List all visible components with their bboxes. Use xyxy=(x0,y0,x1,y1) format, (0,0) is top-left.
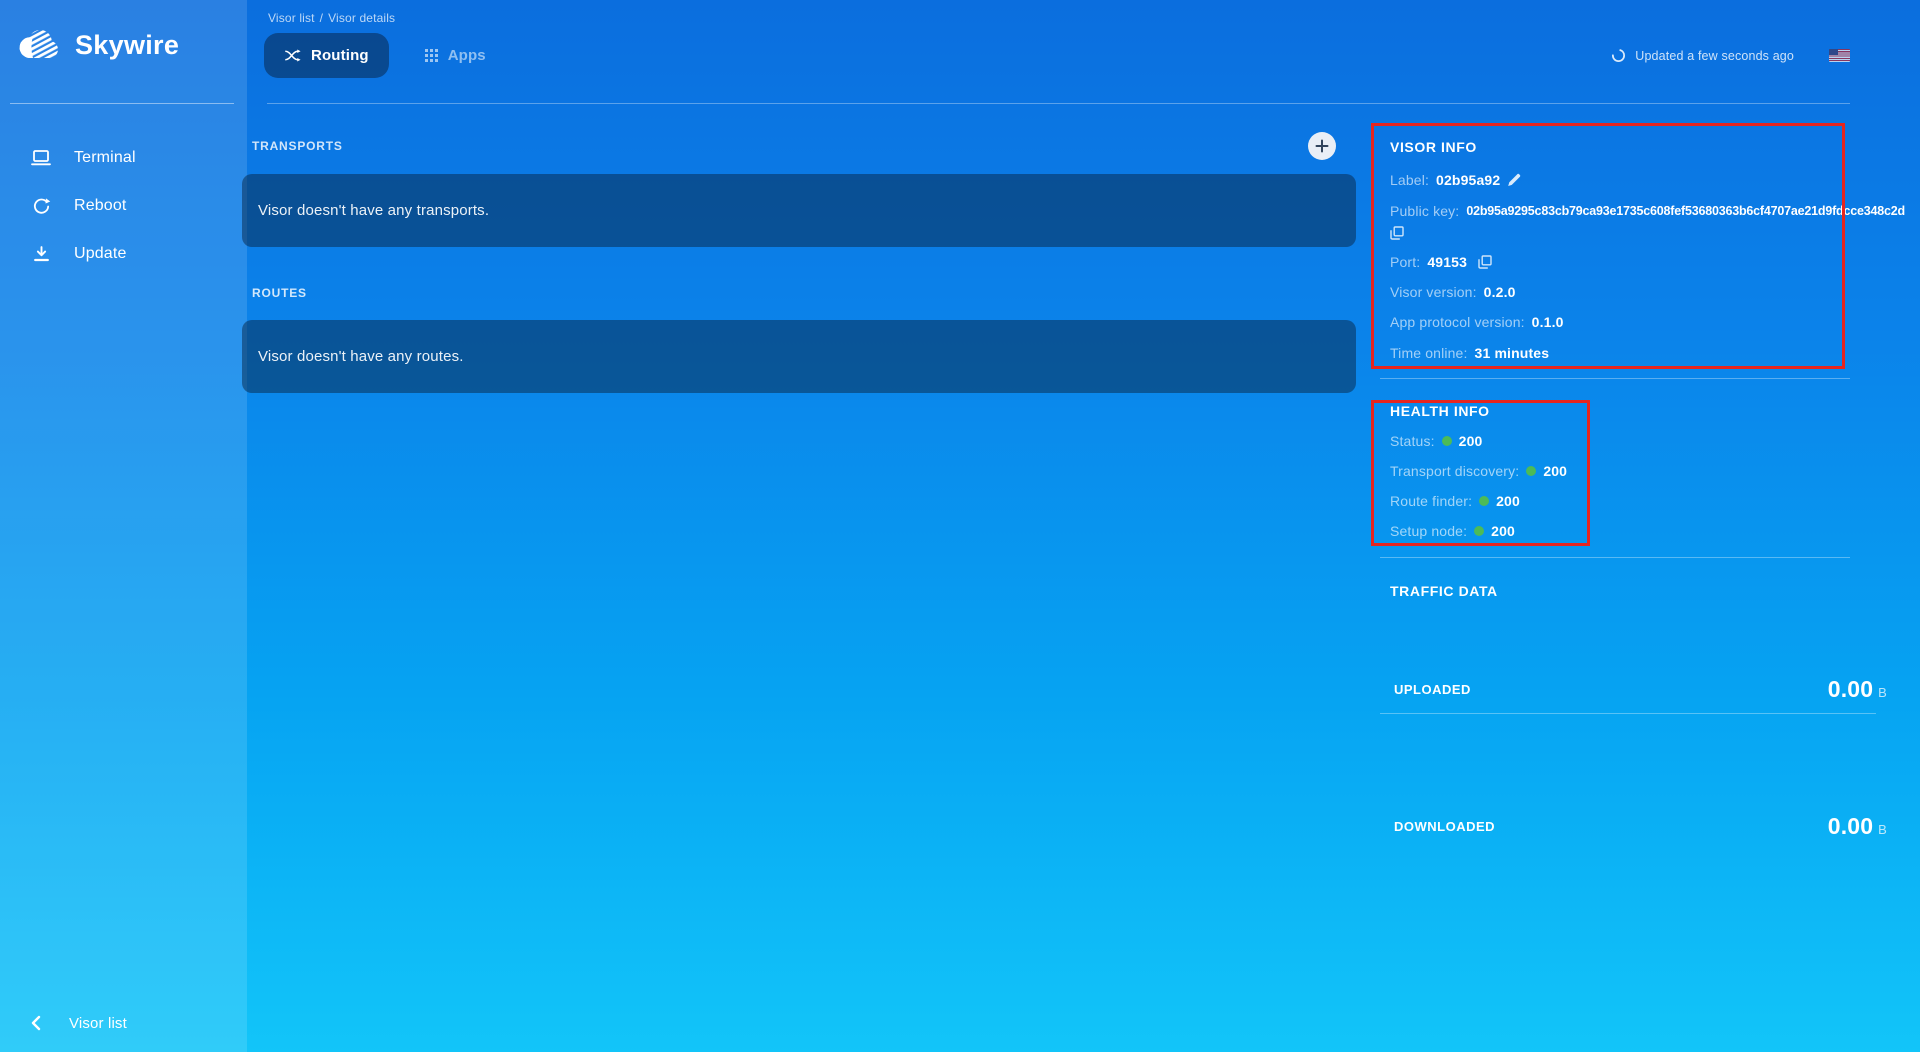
visor-details-panel: VISOR INFO Label: 02b95a92 Public key: 0… xyxy=(1380,0,1905,1052)
routes-empty-text: Visor doesn't have any routes. xyxy=(258,348,464,365)
visor-info-row-time-online: Time online: 31 minutes xyxy=(1390,345,1550,361)
health-row-transport-discovery: Transport discovery: 200 xyxy=(1390,463,1568,479)
brand: Skywire xyxy=(17,27,179,63)
tab-routing[interactable]: Routing xyxy=(264,33,389,78)
shuffle-icon xyxy=(284,49,301,62)
visor-info-row-app-protocol: App protocol version: 0.1.0 xyxy=(1390,314,1564,330)
add-transport-button[interactable] xyxy=(1308,132,1336,160)
health-row-setup-node: Setup node: 200 xyxy=(1390,523,1515,539)
visor-info-row-label: Label: 02b95a92 xyxy=(1390,170,1521,190)
skywire-cloud-icon xyxy=(17,27,63,63)
brand-name: Skywire xyxy=(75,29,180,60)
health-row-status: Status: 200 xyxy=(1390,433,1483,449)
section-divider xyxy=(1380,557,1850,558)
breadcrumb-visor-list[interactable]: Visor list xyxy=(268,11,315,25)
status-ok-dot xyxy=(1526,466,1537,476)
visor-info-title: VISOR INFO xyxy=(1390,139,1477,155)
laptop-icon xyxy=(30,149,52,167)
status-ok-dot xyxy=(1474,526,1485,536)
downloaded-unit: B xyxy=(1878,822,1887,837)
tab-apps[interactable]: Apps xyxy=(405,33,506,78)
uploaded-row: UPLOADED 0.00 B xyxy=(1394,676,1887,703)
transports-empty-text: Visor doesn't have any transports. xyxy=(258,202,490,219)
grid-icon xyxy=(424,49,438,62)
downloaded-row: DOWNLOADED 0.00 B xyxy=(1394,813,1887,840)
back-label: Visor list xyxy=(69,1014,127,1032)
traffic-divider xyxy=(1380,713,1876,714)
uploaded-unit: B xyxy=(1878,685,1887,700)
skywire-visor-details-page: Skywire Terminal Reboot Update Visor lis… xyxy=(0,0,1920,1052)
back-to-visor-list[interactable]: Visor list xyxy=(30,1002,127,1044)
transports-title: TRANSPORTS xyxy=(252,139,343,153)
copy-icon[interactable] xyxy=(1478,255,1492,269)
download-icon xyxy=(30,245,52,264)
breadcrumb: Visor list / Visor details xyxy=(268,11,395,25)
routes-title: ROUTES xyxy=(252,286,307,300)
sidebar-item-label: Update xyxy=(74,245,127,262)
copy-icon[interactable] xyxy=(1390,226,1404,240)
status-ok-dot xyxy=(1441,436,1452,446)
uploaded-label: UPLOADED xyxy=(1394,682,1471,697)
downloaded-value: 0.00 xyxy=(1827,813,1874,839)
add-icon xyxy=(1315,139,1329,153)
transports-empty-panel: Visor doesn't have any transports. xyxy=(242,174,1356,247)
downloaded-label: DOWNLOADED xyxy=(1394,819,1496,834)
visor-info-row-port: Port: 49153 xyxy=(1390,252,1492,272)
tab-label: Apps xyxy=(447,47,486,64)
sidebar-item-label: Terminal xyxy=(74,149,136,166)
edit-icon[interactable] xyxy=(1507,173,1521,187)
sidebar: Skywire Terminal Reboot Update Visor lis… xyxy=(0,0,247,1052)
health-info-title: HEALTH INFO xyxy=(1390,403,1490,419)
chevron-left-icon xyxy=(30,1015,41,1031)
uploaded-value: 0.00 xyxy=(1827,676,1874,702)
routes-empty-panel: Visor doesn't have any routes. xyxy=(242,320,1356,393)
breadcrumb-visor-details: Visor details xyxy=(328,11,396,25)
sidebar-item-reboot[interactable]: Reboot xyxy=(0,182,247,230)
visor-info-row-public-key: Public key: 02b95a9295c83cb79ca93e1735c6… xyxy=(1390,203,1905,219)
sidebar-divider xyxy=(10,103,234,104)
visor-info-row-version: Visor version: 0.2.0 xyxy=(1390,284,1516,300)
reboot-icon xyxy=(30,197,52,216)
status-ok-dot xyxy=(1479,496,1490,506)
sidebar-item-update[interactable]: Update xyxy=(0,230,247,278)
health-row-route-finder: Route finder: 200 xyxy=(1390,493,1520,509)
sidebar-item-terminal[interactable]: Terminal xyxy=(0,134,247,182)
sidebar-nav: Terminal Reboot Update xyxy=(0,134,247,278)
public-key-copy-row xyxy=(1390,223,1404,243)
traffic-data-title: TRAFFIC DATA xyxy=(1390,583,1498,599)
tab-bar: Routing Apps xyxy=(264,33,506,78)
tab-label: Routing xyxy=(311,47,369,64)
sidebar-item-label: Reboot xyxy=(74,197,127,214)
breadcrumb-separator: / xyxy=(319,11,324,25)
section-divider xyxy=(1380,378,1850,379)
